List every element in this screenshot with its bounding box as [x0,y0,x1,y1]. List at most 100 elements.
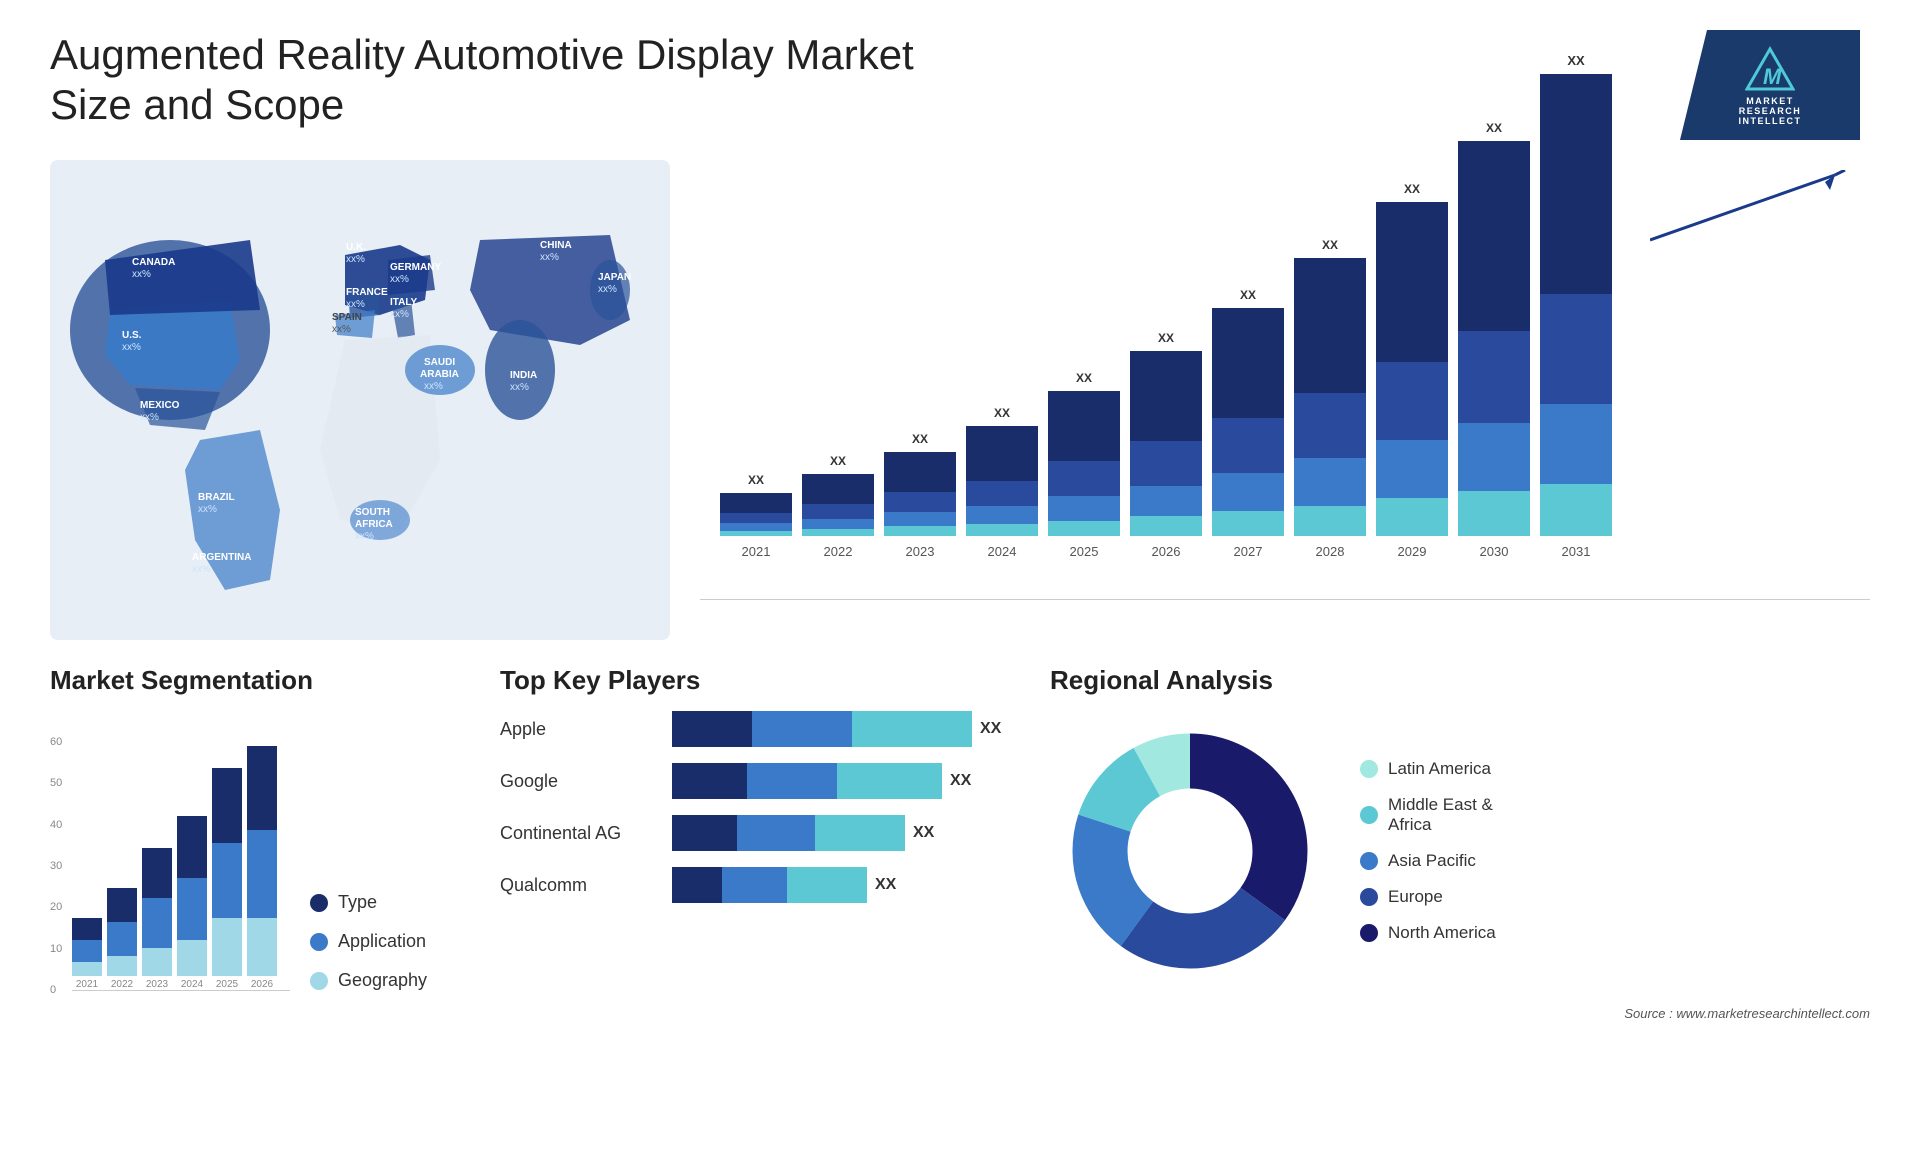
regional-legend-middle-east: Middle East &Africa [1360,795,1496,835]
player-bar-2-seg3 [837,763,942,799]
bar-group-2022: XX 2022 [802,454,874,559]
svg-text:CANADA: CANADA [132,257,175,268]
player-bar-3 [672,815,905,851]
svg-text:xx%: xx% [132,269,151,280]
legend-application-label: Application [338,931,426,952]
players-title: Top Key Players [500,665,1020,696]
seg-bar-2026: 2026 [247,746,277,990]
legend-type-label: Type [338,892,377,913]
svg-text:M: M [1763,64,1782,89]
svg-text:xx%: xx% [390,274,409,285]
regional-dot-north-america [1360,924,1378,942]
logo-line3: INTELLECT [1739,116,1802,126]
bar-xx-2030: XX [1486,121,1502,135]
bar-group-2029: XX 2029 [1376,182,1448,559]
player-name-4: Qualcomm [500,875,660,896]
bar-xx-2031: XX [1567,53,1584,68]
svg-text:MEXICO: MEXICO [140,400,180,411]
player-bar-container-4: XX [672,867,896,903]
legend-application: Application [310,931,427,952]
svg-text:xx%: xx% [598,284,617,295]
player-bar-container-2: XX [672,763,971,799]
svg-text:xx%: xx% [390,309,409,320]
regional-legend-latin-america: Latin America [1360,759,1496,779]
player-row-1: Apple XX [500,711,1020,747]
regional-legend-europe: Europe [1360,887,1496,907]
player-row-4: Qualcomm XX [500,867,1020,903]
bar-year-2024: 2024 [988,544,1017,559]
svg-text:JAPAN: JAPAN [598,272,631,283]
bar-group-2024: XX 2024 [966,406,1038,559]
page-title: Augmented Reality Automotive Display Mar… [50,30,950,131]
bar-xx-2027: XX [1240,288,1256,302]
logo-line1: MARKET [1739,96,1802,106]
svg-text:xx%: xx% [346,254,365,265]
player-bar-2 [672,763,942,799]
player-bar-4-seg1 [672,867,722,903]
logo-inner: M MARKET RESEARCH INTELLECT [1739,44,1802,126]
player-bar-4 [672,867,867,903]
svg-text:xx%: xx% [122,342,141,353]
svg-text:U.S.: U.S. [122,330,142,341]
seg-bar-2023: 2023 [142,848,172,990]
seg-bars: 2021 2022 [72,711,290,991]
players-list: Apple XX Google [500,711,1020,903]
bar-year-2022: 2022 [824,544,853,559]
player-bar-1-seg3 [852,711,972,747]
svg-text:xx%: xx% [540,252,559,263]
regional-label-europe: Europe [1388,887,1443,907]
bar-year-2023: 2023 [906,544,935,559]
bar-xx-2023: XX [912,432,928,446]
donut-svg [1050,711,1330,991]
bar-group-2025: XX 2025 [1048,371,1120,559]
bar-group-2027: XX 2027 [1212,288,1284,559]
svg-text:SOUTH: SOUTH [355,507,390,518]
bar-xx-2029: XX [1404,182,1420,196]
bar-year-2026: 2026 [1152,544,1181,559]
bar-xx-2025: XX [1076,371,1092,385]
svg-text:ARGENTINA: ARGENTINA [192,552,251,563]
svg-text:AFRICA: AFRICA [355,519,393,530]
svg-text:SAUDI: SAUDI [424,357,455,368]
svg-text:xx%: xx% [424,381,443,392]
regional-title: Regional Analysis [1050,665,1870,696]
bar-group-2028: XX 2028 [1294,238,1366,559]
svg-text:xx%: xx% [355,531,374,542]
svg-text:ARABIA: ARABIA [420,369,459,380]
player-bar-1-seg1 [672,711,752,747]
legend-geography-dot [310,972,328,990]
svg-text:xx%: xx% [140,412,159,423]
legend-geography: Geography [310,970,427,991]
bar-xx-2028: XX [1322,238,1338,252]
bar-xx-2026: XX [1158,331,1174,345]
seg-bar-chart-container: 0 10 20 30 40 50 60 [50,711,290,1021]
regional-legend-north-america: North America [1360,923,1496,943]
svg-text:xx%: xx% [332,324,351,335]
player-bar-container-3: XX [672,815,934,851]
player-xx-2: XX [950,772,971,790]
regional-legend: Latin America Middle East &Africa Asia P… [1360,759,1496,943]
bar-group-2021: XX 2021 [720,473,792,559]
bar-xx-2021: XX [748,473,764,487]
donut-center [1128,789,1252,913]
regional-dot-latin-america [1360,760,1378,778]
seg-y-axis: 0 10 20 30 40 50 60 [50,736,68,996]
bar-group-2030: XX 2030 [1458,121,1530,559]
segmentation-section: Market Segmentation 0 10 20 30 40 50 60 [50,665,470,1155]
bar-group-2023: XX 2023 [884,432,956,559]
player-bar-3-seg1 [672,815,737,851]
svg-text:ITALY: ITALY [390,297,418,308]
legend-application-dot [310,933,328,951]
player-bar-2-seg1 [672,763,747,799]
seg-legend: Type Application Geography [310,892,427,1021]
player-xx-4: XX [875,876,896,894]
seg-content: 0 10 20 30 40 50 60 [50,711,470,1021]
player-bar-3-seg2 [737,815,815,851]
svg-text:xx%: xx% [198,504,217,515]
regional-dot-europe [1360,888,1378,906]
logo-line2: RESEARCH [1739,106,1802,116]
player-bar-1 [672,711,972,747]
legend-type: Type [310,892,427,913]
bottom-content: Market Segmentation 0 10 20 30 40 50 60 [50,665,1870,1155]
player-xx-1: XX [980,720,1001,738]
